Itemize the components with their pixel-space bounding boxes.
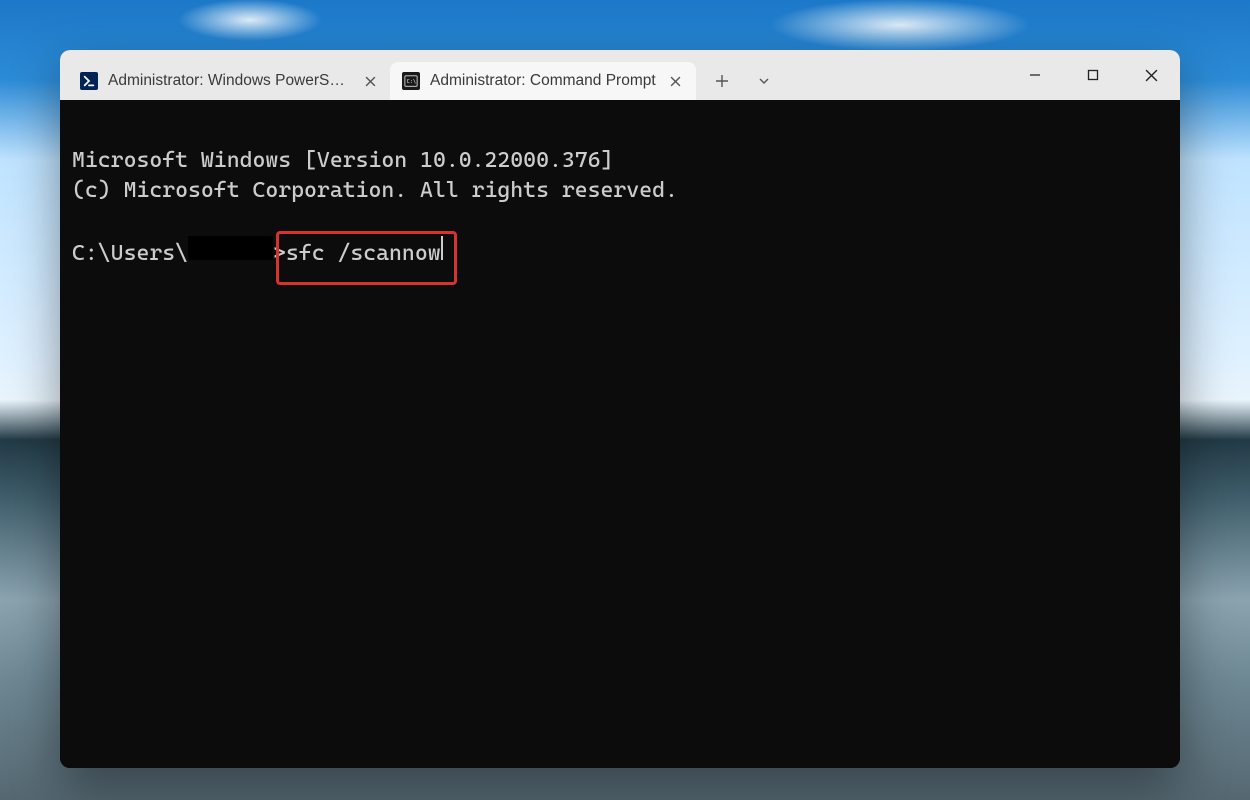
tab-label: Administrator: Command Prompt: [430, 72, 656, 90]
text-cursor: [441, 236, 443, 260]
svg-text:C:\: C:\: [407, 79, 416, 85]
new-tab-button[interactable]: [702, 62, 742, 100]
tab-dropdown-button[interactable]: [744, 62, 784, 100]
maximize-button[interactable]: [1064, 56, 1122, 94]
tab-label: Administrator: Windows PowerShell: [108, 72, 350, 90]
window-controls: [1006, 50, 1180, 100]
tab-strip: Administrator: Windows PowerShell C:\ Ad…: [60, 50, 696, 100]
tab-command-prompt[interactable]: C:\ Administrator: Command Prompt: [390, 62, 696, 100]
close-window-button[interactable]: [1122, 56, 1180, 94]
typed-command: sfc /scannow: [286, 239, 441, 269]
tab-powershell[interactable]: Administrator: Windows PowerShell: [68, 62, 390, 100]
tab-actions: [696, 50, 790, 100]
minimize-button[interactable]: [1006, 56, 1064, 94]
powershell-icon: [80, 72, 98, 90]
titlebar: Administrator: Windows PowerShell C:\ Ad…: [60, 50, 1180, 100]
tab-close-button[interactable]: [666, 71, 686, 91]
terminal-window: Administrator: Windows PowerShell C:\ Ad…: [60, 50, 1180, 768]
terminal-output[interactable]: Microsoft Windows [Version 10.0.22000.37…: [60, 100, 1180, 768]
terminal-line: Microsoft Windows [Version 10.0.22000.37…: [72, 148, 613, 173]
desktop-wallpaper: Administrator: Windows PowerShell C:\ Ad…: [0, 0, 1250, 800]
prompt-suffix: >: [273, 239, 286, 269]
cmd-icon: C:\: [402, 72, 420, 90]
prompt-path-prefix: C:\Users\: [72, 239, 188, 269]
terminal-line: (c) Microsoft Corporation. All rights re…: [72, 178, 678, 203]
prompt-line: C:\Users\ >sfc /scannow: [72, 236, 1168, 269]
tab-close-button[interactable]: [360, 71, 380, 91]
redacted-username: [188, 236, 273, 260]
